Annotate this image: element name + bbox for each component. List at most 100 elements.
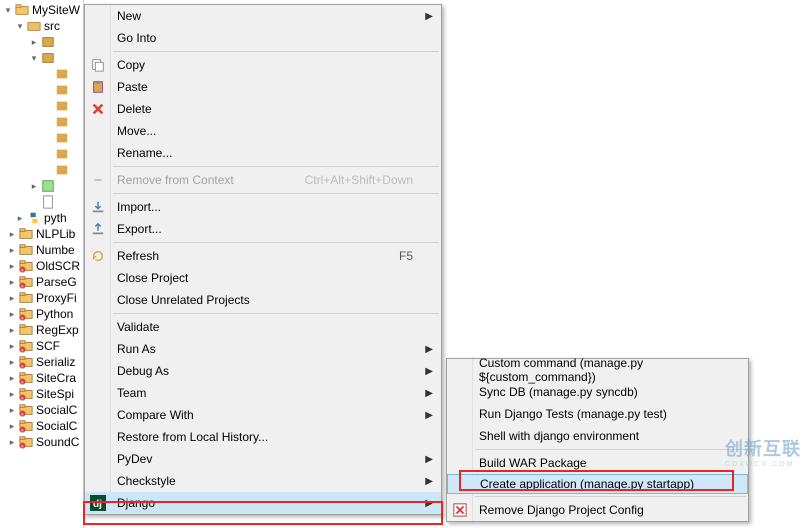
tree-root[interactable]: ▾ MySiteW bbox=[0, 2, 83, 18]
tree-project[interactable]: ▸xSiteCra bbox=[0, 370, 83, 386]
submenu-syncdb[interactable]: Sync DB (manage.py syncdb) bbox=[447, 381, 748, 403]
tree-project[interactable]: ▸xParseG bbox=[0, 274, 83, 290]
expand-arrow-icon[interactable]: ▸ bbox=[6, 437, 18, 448]
expand-arrow-icon[interactable]: ▸ bbox=[6, 421, 18, 432]
submenu-buildwar[interactable]: Build WAR Package bbox=[447, 452, 748, 474]
tree-project[interactable]: ▸xSCF bbox=[0, 338, 83, 354]
submenu-removeconf[interactable]: Remove Django Project Config bbox=[447, 499, 748, 521]
menu-gointo[interactable]: Go Into bbox=[85, 27, 441, 49]
menu-django[interactable]: djDjango▶ bbox=[85, 492, 441, 514]
tree-python[interactable]: ▸pyth bbox=[0, 210, 83, 226]
submenu-runtests[interactable]: Run Django Tests (manage.py test) bbox=[447, 403, 748, 425]
copy-icon bbox=[90, 57, 106, 73]
tree-project[interactable]: ▸xOldSCR bbox=[0, 258, 83, 274]
expand-arrow-icon[interactable]: ▸ bbox=[14, 213, 26, 224]
tree-label: Numbe bbox=[36, 243, 75, 257]
menu-paste[interactable]: Paste bbox=[85, 76, 441, 98]
expand-arrow-icon[interactable]: ▸ bbox=[6, 309, 18, 320]
expand-arrow-icon[interactable]: ▸ bbox=[6, 245, 18, 256]
expand-arrow-icon[interactable]: ▾ bbox=[2, 5, 14, 16]
menu-closeproj[interactable]: Close Project bbox=[85, 267, 441, 289]
project-icon: x bbox=[18, 307, 34, 321]
menu-copy[interactable]: Copy bbox=[85, 54, 441, 76]
menu-delete[interactable]: Delete bbox=[85, 98, 441, 120]
tree-pkg[interactable]: ▸ bbox=[0, 34, 83, 50]
tree-pkg[interactable] bbox=[0, 194, 83, 210]
tree-pkg[interactable]: ▸ bbox=[0, 178, 83, 194]
menu-validate[interactable]: Validate bbox=[85, 316, 441, 338]
tree-project[interactable]: ▸RegExp bbox=[0, 322, 83, 338]
tree-pkg[interactable] bbox=[0, 66, 83, 82]
tree-project[interactable]: ▸xSerializ bbox=[0, 354, 83, 370]
tree-pkg[interactable] bbox=[0, 146, 83, 162]
menu-debugas[interactable]: Debug As▶ bbox=[85, 360, 441, 382]
menu-move[interactable]: Move... bbox=[85, 120, 441, 142]
expand-arrow-icon[interactable]: ▾ bbox=[14, 21, 26, 32]
tree-label: OldSCR bbox=[36, 259, 80, 273]
expand-arrow-icon[interactable]: ▸ bbox=[28, 181, 40, 192]
package-icon bbox=[54, 131, 70, 145]
menu-checkstyle[interactable]: Checkstyle▶ bbox=[85, 470, 441, 492]
context-menu[interactable]: New▶ Go Into Copy Paste Delete Move... R… bbox=[84, 4, 442, 515]
project-tree[interactable]: ▾ MySiteW ▾ src ▸ ▾ ▸ ▸pyth ▸NLPLib▸Numb… bbox=[0, 0, 84, 528]
project-icon: x bbox=[18, 275, 34, 289]
expand-arrow-icon[interactable]: ▸ bbox=[6, 229, 18, 240]
tree-label: SiteSpi bbox=[36, 387, 74, 401]
expand-arrow-icon[interactable]: ▾ bbox=[28, 53, 40, 64]
tree-src[interactable]: ▾ src bbox=[0, 18, 83, 34]
tree-pkg[interactable] bbox=[0, 114, 83, 130]
menu-team[interactable]: Team▶ bbox=[85, 382, 441, 404]
submenu-arrow-icon: ▶ bbox=[425, 476, 433, 487]
tree-project[interactable]: ▸NLPLib bbox=[0, 226, 83, 242]
file-icon bbox=[40, 195, 56, 209]
expand-arrow-icon[interactable]: ▸ bbox=[6, 261, 18, 272]
django-submenu[interactable]: Custom command (manage.py ${custom_comma… bbox=[446, 358, 749, 522]
expand-arrow-icon[interactable]: ▸ bbox=[6, 277, 18, 288]
menu-restore[interactable]: Restore from Local History... bbox=[85, 426, 441, 448]
submenu-createapp[interactable]: Create application (manage.py startapp) bbox=[447, 474, 748, 494]
menu-import[interactable]: Import... bbox=[85, 196, 441, 218]
tree-project[interactable]: ▸xSiteSpi bbox=[0, 386, 83, 402]
tree-project[interactable]: ▸xSocialC bbox=[0, 418, 83, 434]
tree-pkg[interactable] bbox=[0, 162, 83, 178]
menu-new[interactable]: New▶ bbox=[85, 5, 441, 27]
tree-pkg[interactable]: ▾ bbox=[0, 50, 83, 66]
expand-arrow-icon[interactable]: ▸ bbox=[6, 293, 18, 304]
tree-project[interactable]: ▸xPython bbox=[0, 306, 83, 322]
project-icon bbox=[14, 3, 30, 17]
menu-closeunrel[interactable]: Close Unrelated Projects bbox=[85, 289, 441, 311]
tree-label: ProxyFi bbox=[36, 291, 77, 305]
tree-project[interactable]: ▸xSocialC bbox=[0, 402, 83, 418]
menu-pydev[interactable]: PyDev▶ bbox=[85, 448, 441, 470]
menu-rename[interactable]: Rename... bbox=[85, 142, 441, 164]
menu-export[interactable]: Export... bbox=[85, 218, 441, 240]
tree-project[interactable]: ▸ ProxyFi bbox=[0, 290, 83, 306]
submenu-arrow-icon: ▶ bbox=[425, 11, 433, 22]
submenu-arrow-icon: ▶ bbox=[425, 366, 433, 377]
tree-pkg[interactable] bbox=[0, 82, 83, 98]
submenu-shell[interactable]: Shell with django environment bbox=[447, 425, 748, 447]
svg-text:dj: dj bbox=[93, 499, 102, 510]
submenu-arrow-icon: ▶ bbox=[425, 344, 433, 355]
menu-runas[interactable]: Run As▶ bbox=[85, 338, 441, 360]
expand-arrow-icon[interactable]: ▸ bbox=[28, 37, 40, 48]
submenu-custom[interactable]: Custom command (manage.py ${custom_comma… bbox=[447, 359, 748, 381]
menu-refresh[interactable]: RefreshF5 bbox=[85, 245, 441, 267]
tree-project[interactable]: ▸xSoundC bbox=[0, 434, 83, 450]
menu-comparewith[interactable]: Compare With▶ bbox=[85, 404, 441, 426]
python-icon bbox=[26, 211, 42, 225]
tree-label: SocialC bbox=[36, 403, 77, 417]
expand-arrow-icon[interactable]: ▸ bbox=[6, 357, 18, 368]
tree-pkg[interactable] bbox=[0, 130, 83, 146]
expand-arrow-icon[interactable]: ▸ bbox=[6, 341, 18, 352]
expand-arrow-icon[interactable]: ▸ bbox=[6, 373, 18, 384]
tree-label: MySiteW bbox=[32, 3, 80, 17]
tree-pkg[interactable] bbox=[0, 98, 83, 114]
tree-label: SoundC bbox=[36, 435, 79, 449]
submenu-arrow-icon: ▶ bbox=[425, 454, 433, 465]
expand-arrow-icon[interactable]: ▸ bbox=[6, 325, 18, 336]
project-icon: x bbox=[18, 259, 34, 273]
tree-project[interactable]: ▸ Numbe bbox=[0, 242, 83, 258]
expand-arrow-icon[interactable]: ▸ bbox=[6, 389, 18, 400]
expand-arrow-icon[interactable]: ▸ bbox=[6, 405, 18, 416]
